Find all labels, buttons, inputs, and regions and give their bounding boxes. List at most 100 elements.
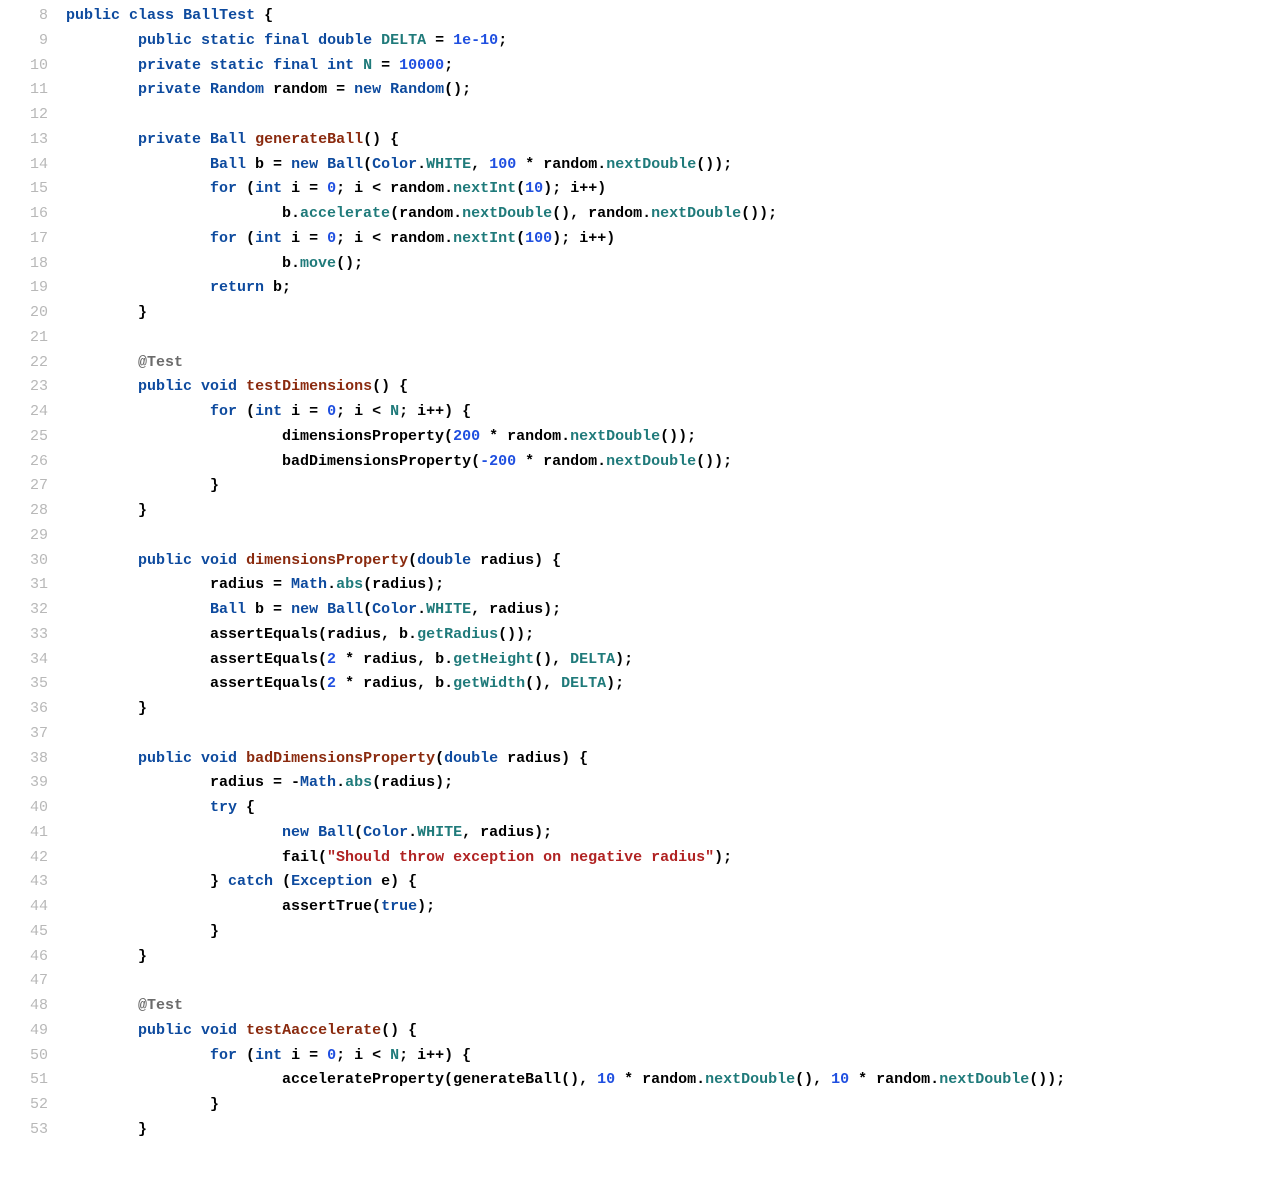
code-line: } bbox=[66, 474, 1280, 499]
token-num: 100 bbox=[525, 230, 552, 247]
token-txt: radius = bbox=[66, 576, 291, 593]
token-txt: * random. bbox=[480, 428, 570, 445]
token-kw: void bbox=[201, 552, 237, 569]
line-number: 28 bbox=[0, 499, 48, 524]
token-num: 2 bbox=[327, 675, 336, 692]
token-txt: (); bbox=[336, 255, 363, 272]
token-kw: public bbox=[138, 750, 192, 767]
token-kw: public bbox=[138, 1022, 192, 1039]
token-txt: * random. bbox=[516, 453, 606, 470]
line-number: 30 bbox=[0, 549, 48, 574]
token-call: getRadius bbox=[417, 626, 498, 643]
code-line bbox=[66, 103, 1280, 128]
token-txt: b = bbox=[246, 156, 291, 173]
token-fld: N bbox=[390, 403, 399, 420]
token-txt: ()); bbox=[696, 453, 732, 470]
token-txt bbox=[66, 378, 138, 395]
token-kw: void bbox=[201, 750, 237, 767]
token-txt bbox=[237, 552, 246, 569]
token-txt: * radius, b. bbox=[336, 651, 453, 668]
line-number: 34 bbox=[0, 648, 48, 673]
token-txt: } bbox=[66, 477, 219, 494]
token-mth: testDimensions bbox=[246, 378, 372, 395]
token-txt: ()); bbox=[696, 156, 732, 173]
code-line: } bbox=[66, 945, 1280, 970]
code-line bbox=[66, 326, 1280, 351]
token-type: Ball bbox=[210, 156, 246, 173]
line-number: 52 bbox=[0, 1093, 48, 1118]
token-kw: private bbox=[138, 81, 201, 98]
token-txt: ()); bbox=[660, 428, 696, 445]
token-txt: ( bbox=[516, 180, 525, 197]
token-type: Color bbox=[372, 156, 417, 173]
token-type: Random bbox=[210, 81, 264, 98]
line-number: 35 bbox=[0, 672, 48, 697]
code-line: public void testAaccelerate() { bbox=[66, 1019, 1280, 1044]
token-txt: } bbox=[66, 948, 147, 965]
token-kw: static bbox=[210, 57, 264, 74]
code-area[interactable]: public class BallTest { public static fi… bbox=[62, 4, 1280, 1143]
token-txt: ; i < random. bbox=[336, 180, 453, 197]
line-number: 37 bbox=[0, 722, 48, 747]
code-line: private Random random = new Random(); bbox=[66, 78, 1280, 103]
token-txt bbox=[192, 552, 201, 569]
line-number: 48 bbox=[0, 994, 48, 1019]
token-txt bbox=[66, 824, 282, 841]
token-txt: , bbox=[471, 156, 489, 173]
token-num: 10 bbox=[525, 180, 543, 197]
code-line: public void testDimensions() { bbox=[66, 375, 1280, 400]
token-call: nextDouble bbox=[705, 1071, 795, 1088]
token-ann: @Test bbox=[138, 354, 183, 371]
line-number: 31 bbox=[0, 573, 48, 598]
token-type: Math bbox=[291, 576, 327, 593]
token-num: 0 bbox=[327, 1047, 336, 1064]
code-line: } bbox=[66, 301, 1280, 326]
code-line: assertTrue(true); bbox=[66, 895, 1280, 920]
code-line: private Ball generateBall() { bbox=[66, 128, 1280, 153]
token-txt: } bbox=[66, 873, 228, 890]
token-txt: ; i++) { bbox=[399, 403, 471, 420]
token-txt bbox=[66, 799, 210, 816]
token-kw: void bbox=[201, 1022, 237, 1039]
token-call: nextDouble bbox=[939, 1071, 1029, 1088]
token-kw: int bbox=[255, 230, 282, 247]
line-number: 20 bbox=[0, 301, 48, 326]
line-number: 40 bbox=[0, 796, 48, 821]
code-line bbox=[66, 524, 1280, 549]
token-type: Exception bbox=[291, 873, 372, 890]
code-line: } bbox=[66, 1093, 1280, 1118]
code-line: dimensionsProperty(200 * random.nextDoub… bbox=[66, 425, 1280, 450]
token-num: 100 bbox=[489, 156, 516, 173]
token-txt bbox=[66, 180, 210, 197]
token-kw: int bbox=[327, 57, 354, 74]
code-line: b.move(); bbox=[66, 252, 1280, 277]
token-txt: ( bbox=[435, 750, 444, 767]
code-line: } bbox=[66, 920, 1280, 945]
token-kw: return bbox=[210, 279, 264, 296]
token-kw: public bbox=[138, 378, 192, 395]
token-txt bbox=[318, 57, 327, 74]
token-txt bbox=[66, 997, 138, 1014]
line-number: 18 bbox=[0, 252, 48, 277]
token-fld: N bbox=[390, 1047, 399, 1064]
token-txt bbox=[66, 354, 138, 371]
token-txt: ; i < random. bbox=[336, 230, 453, 247]
token-txt bbox=[372, 32, 381, 49]
token-call: nextDouble bbox=[570, 428, 660, 445]
code-line: public static final double DELTA = 1e-10… bbox=[66, 29, 1280, 54]
token-kw: true bbox=[381, 898, 417, 915]
token-txt: } bbox=[66, 1121, 147, 1138]
token-txt: ( bbox=[273, 873, 291, 890]
token-txt bbox=[201, 57, 210, 74]
token-txt bbox=[66, 57, 138, 74]
line-number: 49 bbox=[0, 1019, 48, 1044]
token-txt bbox=[354, 57, 363, 74]
line-number: 14 bbox=[0, 153, 48, 178]
token-txt bbox=[264, 57, 273, 74]
token-kw: double bbox=[318, 32, 372, 49]
line-number: 32 bbox=[0, 598, 48, 623]
code-line bbox=[66, 969, 1280, 994]
token-txt: ( bbox=[237, 403, 255, 420]
token-txt bbox=[66, 403, 210, 420]
token-txt: radius = - bbox=[66, 774, 300, 791]
